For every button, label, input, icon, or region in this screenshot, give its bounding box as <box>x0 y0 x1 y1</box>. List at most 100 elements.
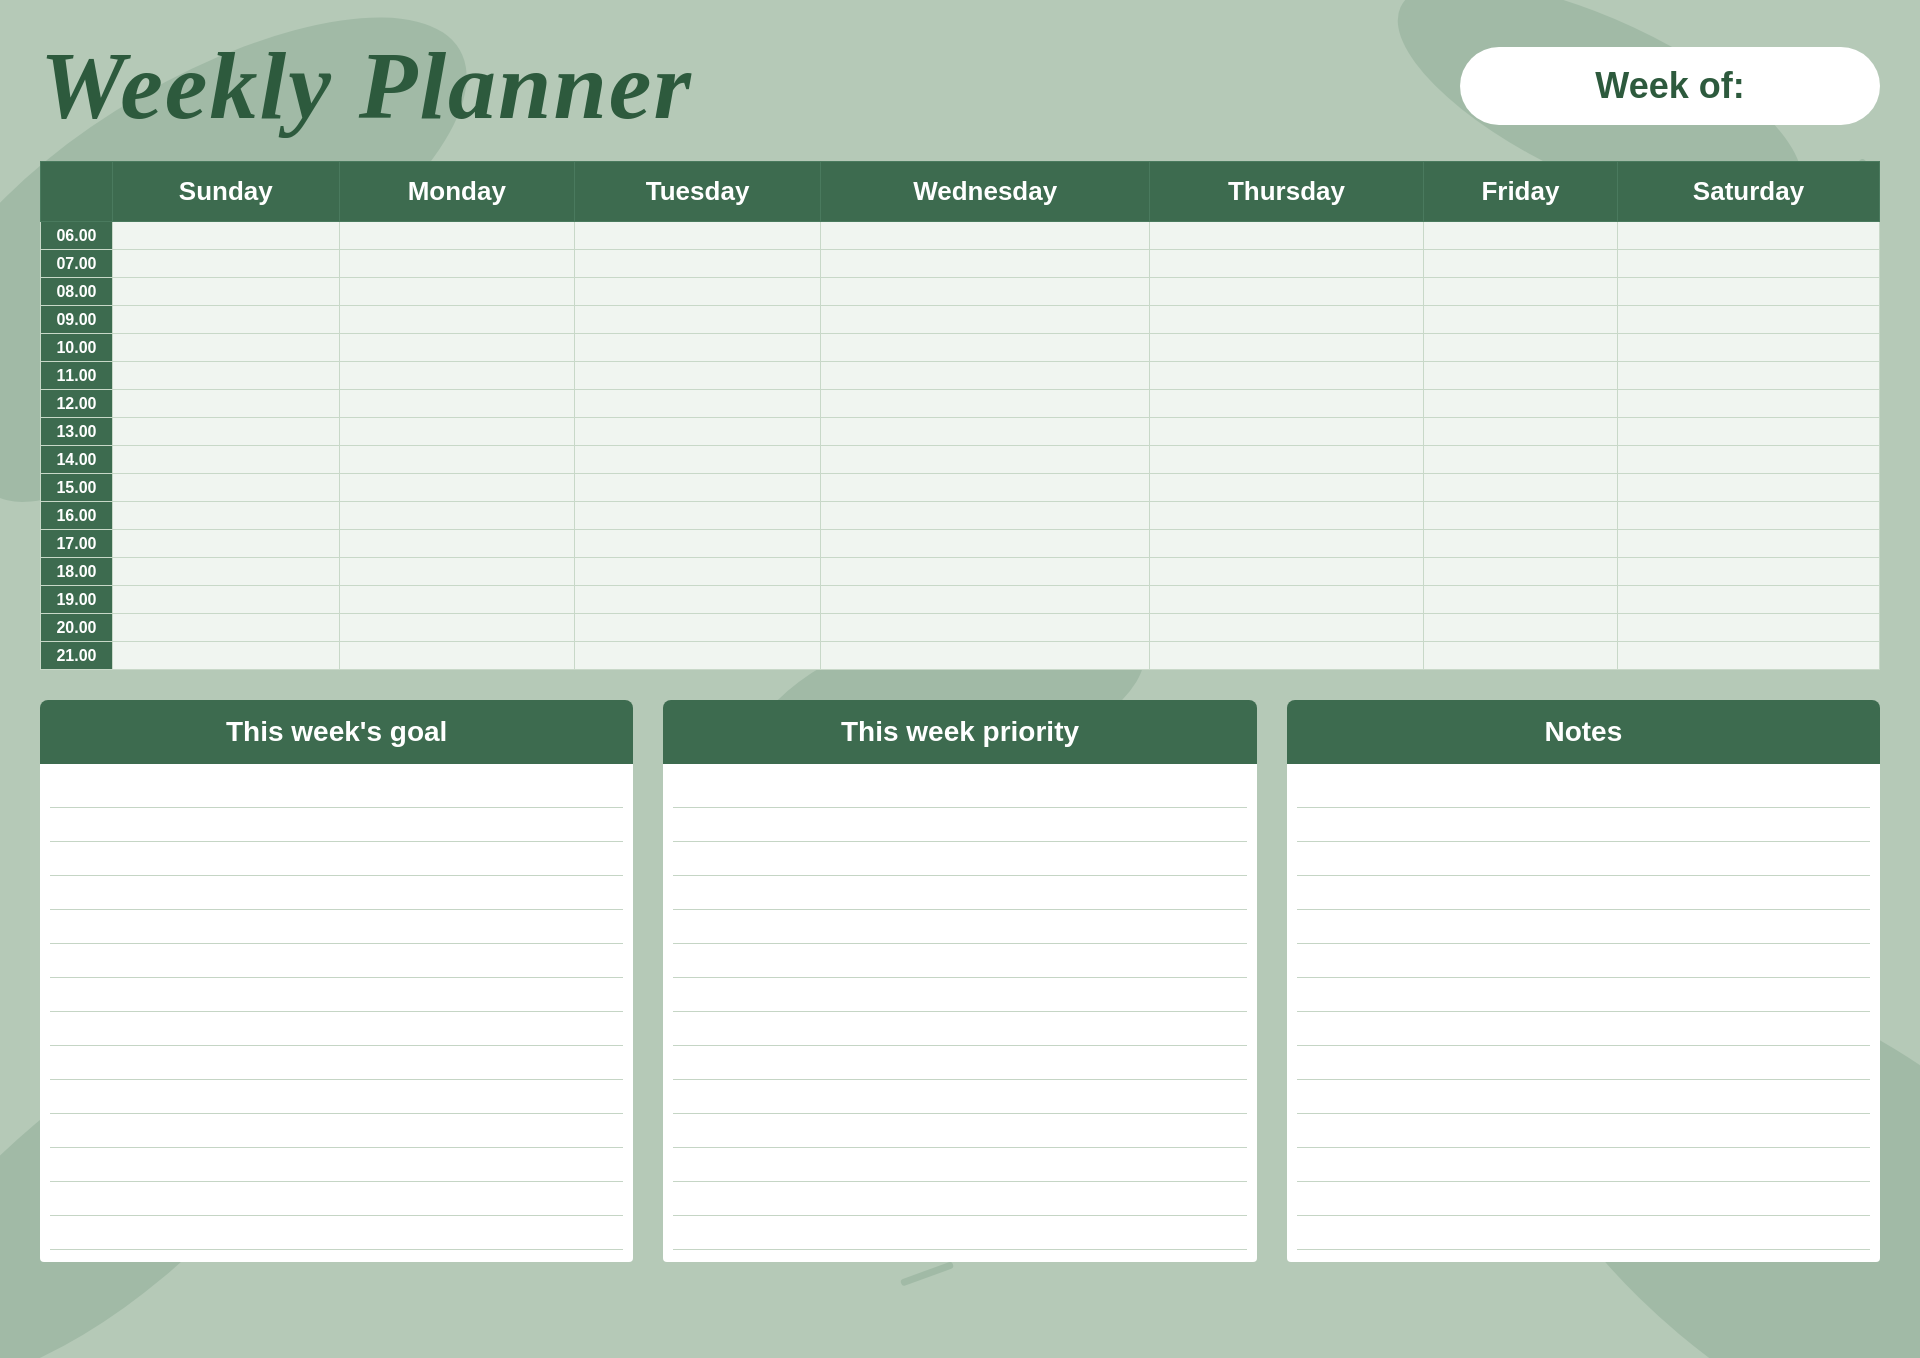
schedule-cell[interactable] <box>821 362 1150 390</box>
schedule-cell[interactable] <box>339 418 574 446</box>
schedule-cell[interactable] <box>574 586 820 614</box>
schedule-cell[interactable] <box>1150 446 1424 474</box>
schedule-cell[interactable] <box>113 474 340 502</box>
schedule-cell[interactable] <box>113 306 340 334</box>
schedule-cell[interactable] <box>1617 390 1879 418</box>
schedule-cell[interactable] <box>821 390 1150 418</box>
schedule-cell[interactable] <box>1617 642 1879 670</box>
schedule-cell[interactable] <box>113 362 340 390</box>
schedule-cell[interactable] <box>1423 418 1617 446</box>
schedule-cell[interactable] <box>574 250 820 278</box>
schedule-cell[interactable] <box>1617 222 1879 250</box>
schedule-cell[interactable] <box>1423 474 1617 502</box>
table-row[interactable]: 17.00 <box>41 530 1880 558</box>
schedule-cell[interactable] <box>574 334 820 362</box>
table-row[interactable]: 13.00 <box>41 418 1880 446</box>
schedule-cell[interactable] <box>113 502 340 530</box>
table-row[interactable]: 11.00 <box>41 362 1880 390</box>
schedule-cell[interactable] <box>1423 446 1617 474</box>
schedule-cell[interactable] <box>1617 530 1879 558</box>
schedule-cell[interactable] <box>1423 334 1617 362</box>
schedule-cell[interactable] <box>574 306 820 334</box>
schedule-cell[interactable] <box>339 558 574 586</box>
schedule-cell[interactable] <box>821 306 1150 334</box>
schedule-cell[interactable] <box>1617 586 1879 614</box>
table-row[interactable]: 19.00 <box>41 586 1880 614</box>
schedule-cell[interactable] <box>1423 222 1617 250</box>
week-of-box[interactable]: Week of: <box>1460 47 1880 125</box>
schedule-cell[interactable] <box>1150 306 1424 334</box>
schedule-cell[interactable] <box>1423 278 1617 306</box>
schedule-cell[interactable] <box>113 418 340 446</box>
schedule-cell[interactable] <box>1150 334 1424 362</box>
schedule-cell[interactable] <box>113 614 340 642</box>
schedule-cell[interactable] <box>113 558 340 586</box>
schedule-cell[interactable] <box>1150 418 1424 446</box>
table-row[interactable]: 16.00 <box>41 502 1880 530</box>
schedule-cell[interactable] <box>821 474 1150 502</box>
schedule-cell[interactable] <box>1423 390 1617 418</box>
schedule-cell[interactable] <box>1150 362 1424 390</box>
schedule-cell[interactable] <box>1150 278 1424 306</box>
schedule-cell[interactable] <box>821 250 1150 278</box>
schedule-cell[interactable] <box>339 502 574 530</box>
table-row[interactable]: 18.00 <box>41 558 1880 586</box>
schedule-cell[interactable] <box>1150 250 1424 278</box>
schedule-cell[interactable] <box>113 390 340 418</box>
schedule-cell[interactable] <box>339 306 574 334</box>
notes-panel-lines[interactable] <box>1287 764 1880 1262</box>
schedule-cell[interactable] <box>339 586 574 614</box>
schedule-cell[interactable] <box>1423 586 1617 614</box>
priority-panel-lines[interactable] <box>663 764 1256 1262</box>
schedule-cell[interactable] <box>1617 278 1879 306</box>
schedule-cell[interactable] <box>821 558 1150 586</box>
table-row[interactable]: 06.00 <box>41 222 1880 250</box>
table-row[interactable]: 20.00 <box>41 614 1880 642</box>
schedule-cell[interactable] <box>1617 362 1879 390</box>
schedule-cell[interactable] <box>1423 502 1617 530</box>
schedule-cell[interactable] <box>339 614 574 642</box>
schedule-cell[interactable] <box>113 334 340 362</box>
schedule-cell[interactable] <box>1423 530 1617 558</box>
schedule-cell[interactable] <box>1617 614 1879 642</box>
schedule-cell[interactable] <box>1423 250 1617 278</box>
schedule-cell[interactable] <box>821 586 1150 614</box>
schedule-cell[interactable] <box>1150 530 1424 558</box>
table-row[interactable]: 12.00 <box>41 390 1880 418</box>
schedule-cell[interactable] <box>1150 502 1424 530</box>
schedule-cell[interactable] <box>821 502 1150 530</box>
schedule-cell[interactable] <box>339 222 574 250</box>
schedule-cell[interactable] <box>821 446 1150 474</box>
goal-panel-lines[interactable] <box>40 764 633 1262</box>
schedule-cell[interactable] <box>339 390 574 418</box>
schedule-cell[interactable] <box>1617 502 1879 530</box>
schedule-cell[interactable] <box>339 474 574 502</box>
schedule-cell[interactable] <box>574 642 820 670</box>
schedule-cell[interactable] <box>1423 306 1617 334</box>
schedule-cell[interactable] <box>574 418 820 446</box>
schedule-cell[interactable] <box>113 250 340 278</box>
schedule-cell[interactable] <box>821 642 1150 670</box>
schedule-cell[interactable] <box>339 642 574 670</box>
schedule-cell[interactable] <box>113 446 340 474</box>
schedule-cell[interactable] <box>1150 474 1424 502</box>
schedule-cell[interactable] <box>574 222 820 250</box>
schedule-cell[interactable] <box>821 614 1150 642</box>
schedule-cell[interactable] <box>339 362 574 390</box>
schedule-cell[interactable] <box>574 278 820 306</box>
table-row[interactable]: 08.00 <box>41 278 1880 306</box>
schedule-cell[interactable] <box>1617 334 1879 362</box>
schedule-cell[interactable] <box>1150 586 1424 614</box>
schedule-cell[interactable] <box>1617 306 1879 334</box>
schedule-cell[interactable] <box>574 446 820 474</box>
table-row[interactable]: 21.00 <box>41 642 1880 670</box>
schedule-cell[interactable] <box>1150 222 1424 250</box>
schedule-cell[interactable] <box>339 250 574 278</box>
schedule-cell[interactable] <box>1617 558 1879 586</box>
schedule-cell[interactable] <box>113 642 340 670</box>
schedule-cell[interactable] <box>574 390 820 418</box>
schedule-cell[interactable] <box>339 278 574 306</box>
schedule-cell[interactable] <box>1150 390 1424 418</box>
schedule-cell[interactable] <box>574 530 820 558</box>
schedule-cell[interactable] <box>1150 642 1424 670</box>
